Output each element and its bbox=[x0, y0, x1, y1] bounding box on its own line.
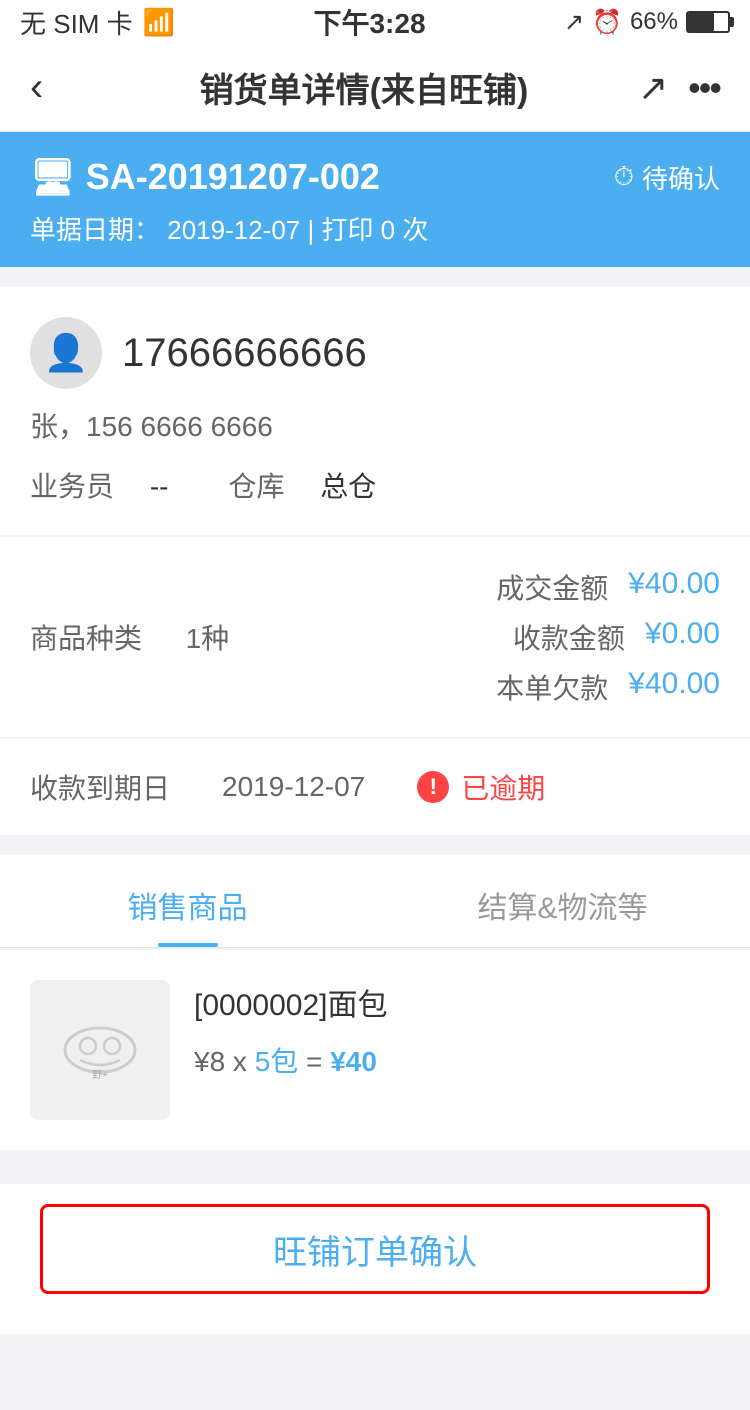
order-status: ⏱ 待确认 bbox=[614, 159, 720, 196]
print-count: | 打印 0 次 bbox=[307, 215, 428, 245]
warehouse-item: 仓库 总仓 bbox=[228, 465, 376, 505]
warehouse-value: 总仓 bbox=[292, 471, 376, 502]
product-info: [0000002]面包 ¥8 x 5包 = ¥40 bbox=[194, 980, 720, 1080]
order-date-line: 单据日期： 2019-12-07 | 打印 0 次 bbox=[30, 210, 720, 247]
order-header-top: 🖥 SA-20191207-002 ⏱ 待确认 bbox=[30, 156, 720, 198]
order-date: 2019-12-07 bbox=[167, 215, 300, 245]
transaction-label: 成交金额 bbox=[496, 567, 608, 607]
location-icon: ↗ bbox=[564, 8, 584, 37]
date-label: 单据日期： bbox=[30, 215, 160, 245]
status-clock-icon: ⏱ bbox=[614, 161, 634, 193]
confirm-order-button[interactable]: 旺铺订单确认 bbox=[40, 1204, 710, 1294]
product-qty: 5包 bbox=[255, 1046, 299, 1077]
nav-actions: ↗ ••• bbox=[638, 67, 720, 109]
due-date-card: 收款到期日 2019-12-07 ! 已逾期 bbox=[0, 739, 750, 835]
salesperson-value: -- bbox=[122, 471, 169, 502]
status-right: ↗ ⏰ 66% bbox=[564, 8, 730, 37]
product-type-area: 商品种类 1种 bbox=[30, 617, 229, 657]
tab-sales-products[interactable]: 销售商品 bbox=[0, 855, 375, 947]
due-date-label: 收款到期日 bbox=[30, 767, 170, 807]
received-value: ¥0.00 bbox=[645, 617, 720, 657]
owed-label: 本单欠款 bbox=[496, 667, 608, 707]
product-image: 野+ bbox=[30, 980, 170, 1120]
product-card: 野+ [0000002]面包 ¥8 x 5包 = ¥40 bbox=[0, 950, 750, 1150]
customer-top: 👤 17666666666 bbox=[30, 317, 720, 389]
svg-text:野+: 野+ bbox=[92, 1069, 108, 1080]
amounts-row: 商品种类 1种 成交金额 ¥40.00 收款金额 ¥0.00 本单欠款 ¥40.… bbox=[30, 567, 720, 707]
product-type-value: 1种 bbox=[186, 623, 230, 654]
owed-value: ¥40.00 bbox=[628, 667, 720, 707]
amounts-right: 成交金额 ¥40.00 收款金额 ¥0.00 本单欠款 ¥40.00 bbox=[496, 567, 720, 707]
status-left: 无 SIM 卡 📶 bbox=[20, 4, 175, 41]
received-label: 收款金额 bbox=[513, 617, 625, 657]
carrier-label: 无 SIM 卡 bbox=[20, 4, 133, 41]
wifi-icon: 📶 bbox=[143, 7, 175, 38]
product-price: ¥8 x bbox=[194, 1046, 255, 1077]
tab-sales-label: 销售商品 bbox=[128, 892, 248, 925]
overdue-text: 已逾期 bbox=[461, 767, 545, 807]
battery-percentage: 66% bbox=[630, 8, 678, 36]
tab-underline bbox=[158, 943, 218, 947]
avatar: 👤 bbox=[30, 317, 102, 389]
customer-card: 👤 17666666666 张，156 6666 6666 业务员 -- 仓库 … bbox=[0, 287, 750, 535]
tab-settlement[interactable]: 结算&物流等 bbox=[375, 855, 750, 947]
product-type-label: 商品种类 bbox=[30, 623, 142, 654]
product-equals: = bbox=[298, 1046, 330, 1077]
owed-line: 本单欠款 ¥40.00 bbox=[496, 667, 720, 707]
overdue-icon: ! bbox=[417, 771, 449, 803]
tabs-container: 销售商品 结算&物流等 bbox=[0, 855, 750, 948]
tab-settlement-label: 结算&物流等 bbox=[477, 892, 647, 925]
more-button[interactable]: ••• bbox=[688, 67, 720, 109]
back-button[interactable]: ‹ bbox=[30, 65, 90, 110]
product-logo-icon: 野+ bbox=[60, 1020, 140, 1080]
status-time: 下午3:28 bbox=[313, 2, 425, 42]
status-label: 待确认 bbox=[642, 159, 720, 196]
received-line: 收款金额 ¥0.00 bbox=[513, 617, 720, 657]
order-id-value: SA-20191207-002 bbox=[86, 156, 380, 198]
due-date-value: 2019-12-07 bbox=[222, 771, 365, 803]
warehouse-label: 仓库 bbox=[228, 471, 284, 502]
order-header: 🖥 SA-20191207-002 ⏱ 待确认 单据日期： 2019-12-07… bbox=[0, 132, 750, 267]
customer-meta: 业务员 -- 仓库 总仓 bbox=[30, 465, 720, 505]
confirm-button-label: 旺铺订单确认 bbox=[273, 1225, 477, 1274]
salesperson-label: 业务员 bbox=[30, 471, 114, 502]
share-button[interactable]: ↗ bbox=[638, 67, 668, 109]
alarm-icon: ⏰ bbox=[592, 8, 622, 37]
amounts-card: 商品种类 1种 成交金额 ¥40.00 收款金额 ¥0.00 本单欠款 ¥40.… bbox=[0, 537, 750, 737]
battery-icon bbox=[686, 11, 730, 33]
order-id: 🖥 SA-20191207-002 bbox=[30, 156, 380, 198]
customer-name: 张，156 6666 6666 bbox=[30, 405, 720, 445]
transaction-value: ¥40.00 bbox=[628, 567, 720, 607]
product-total: ¥40 bbox=[330, 1046, 377, 1077]
avatar-icon: 👤 bbox=[44, 332, 89, 374]
nav-bar: ‹ 销货单详情(来自旺铺) ↗ ••• bbox=[0, 44, 750, 132]
product-name: [0000002]面包 bbox=[194, 980, 720, 1024]
transaction-line: 成交金额 ¥40.00 bbox=[496, 567, 720, 607]
customer-phone: 17666666666 bbox=[122, 331, 367, 376]
salesperson-item: 业务员 -- bbox=[30, 465, 168, 505]
page-title: 销货单详情(来自旺铺) bbox=[200, 63, 529, 112]
order-id-icon: 🖥 bbox=[30, 156, 76, 198]
status-bar: 无 SIM 卡 📶 下午3:28 ↗ ⏰ 66% bbox=[0, 0, 750, 44]
product-price-line: ¥8 x 5包 = ¥40 bbox=[194, 1040, 720, 1080]
bottom-bar: 旺铺订单确认 bbox=[0, 1184, 750, 1334]
